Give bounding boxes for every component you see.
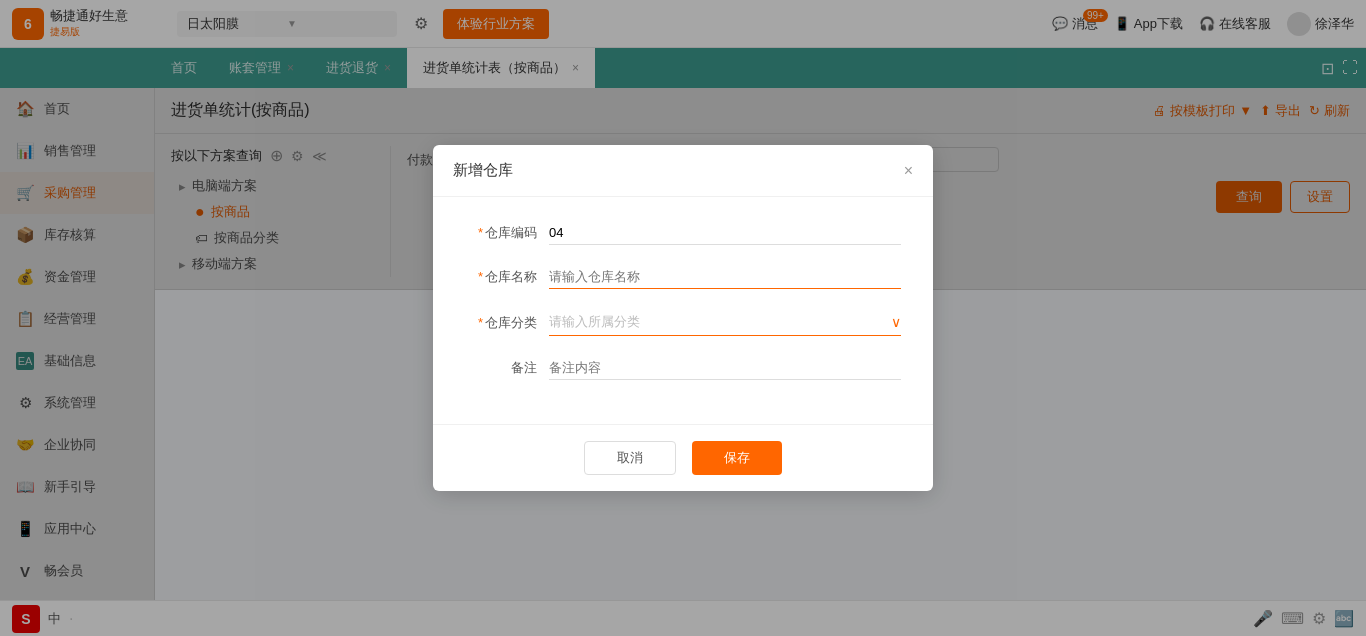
name-input[interactable] [549, 265, 901, 289]
category-select[interactable]: 请输入所属分类 ∨ [549, 309, 901, 336]
dialog-body: *仓库编码 *仓库名称 *仓库分类 请输入所属分类 ∨ [433, 197, 933, 424]
dialog-footer: 取消 保存 [433, 424, 933, 491]
note-label: 备注 [465, 359, 537, 377]
dialog-title: 新增仓库 [453, 161, 513, 180]
code-input[interactable] [549, 221, 901, 245]
name-label: *仓库名称 [465, 268, 537, 286]
code-label: *仓库编码 [465, 224, 537, 242]
modal-overlay: 新增仓库 × *仓库编码 *仓库名称 *仓库分类 [0, 0, 1366, 636]
note-input[interactable] [549, 356, 901, 380]
category-placeholder: 请输入所属分类 [549, 313, 640, 331]
form-row-note: 备注 [465, 356, 901, 380]
form-row-category: *仓库分类 请输入所属分类 ∨ [465, 309, 901, 336]
category-label: *仓库分类 [465, 314, 537, 332]
form-row-code: *仓库编码 [465, 221, 901, 245]
form-row-name: *仓库名称 [465, 265, 901, 289]
dialog-close-icon[interactable]: × [904, 162, 913, 180]
category-dropdown-icon: ∨ [891, 314, 901, 330]
dialog-header: 新增仓库 × [433, 145, 933, 197]
cancel-button[interactable]: 取消 [584, 441, 676, 475]
save-button[interactable]: 保存 [692, 441, 782, 475]
add-warehouse-dialog: 新增仓库 × *仓库编码 *仓库名称 *仓库分类 [433, 145, 933, 491]
